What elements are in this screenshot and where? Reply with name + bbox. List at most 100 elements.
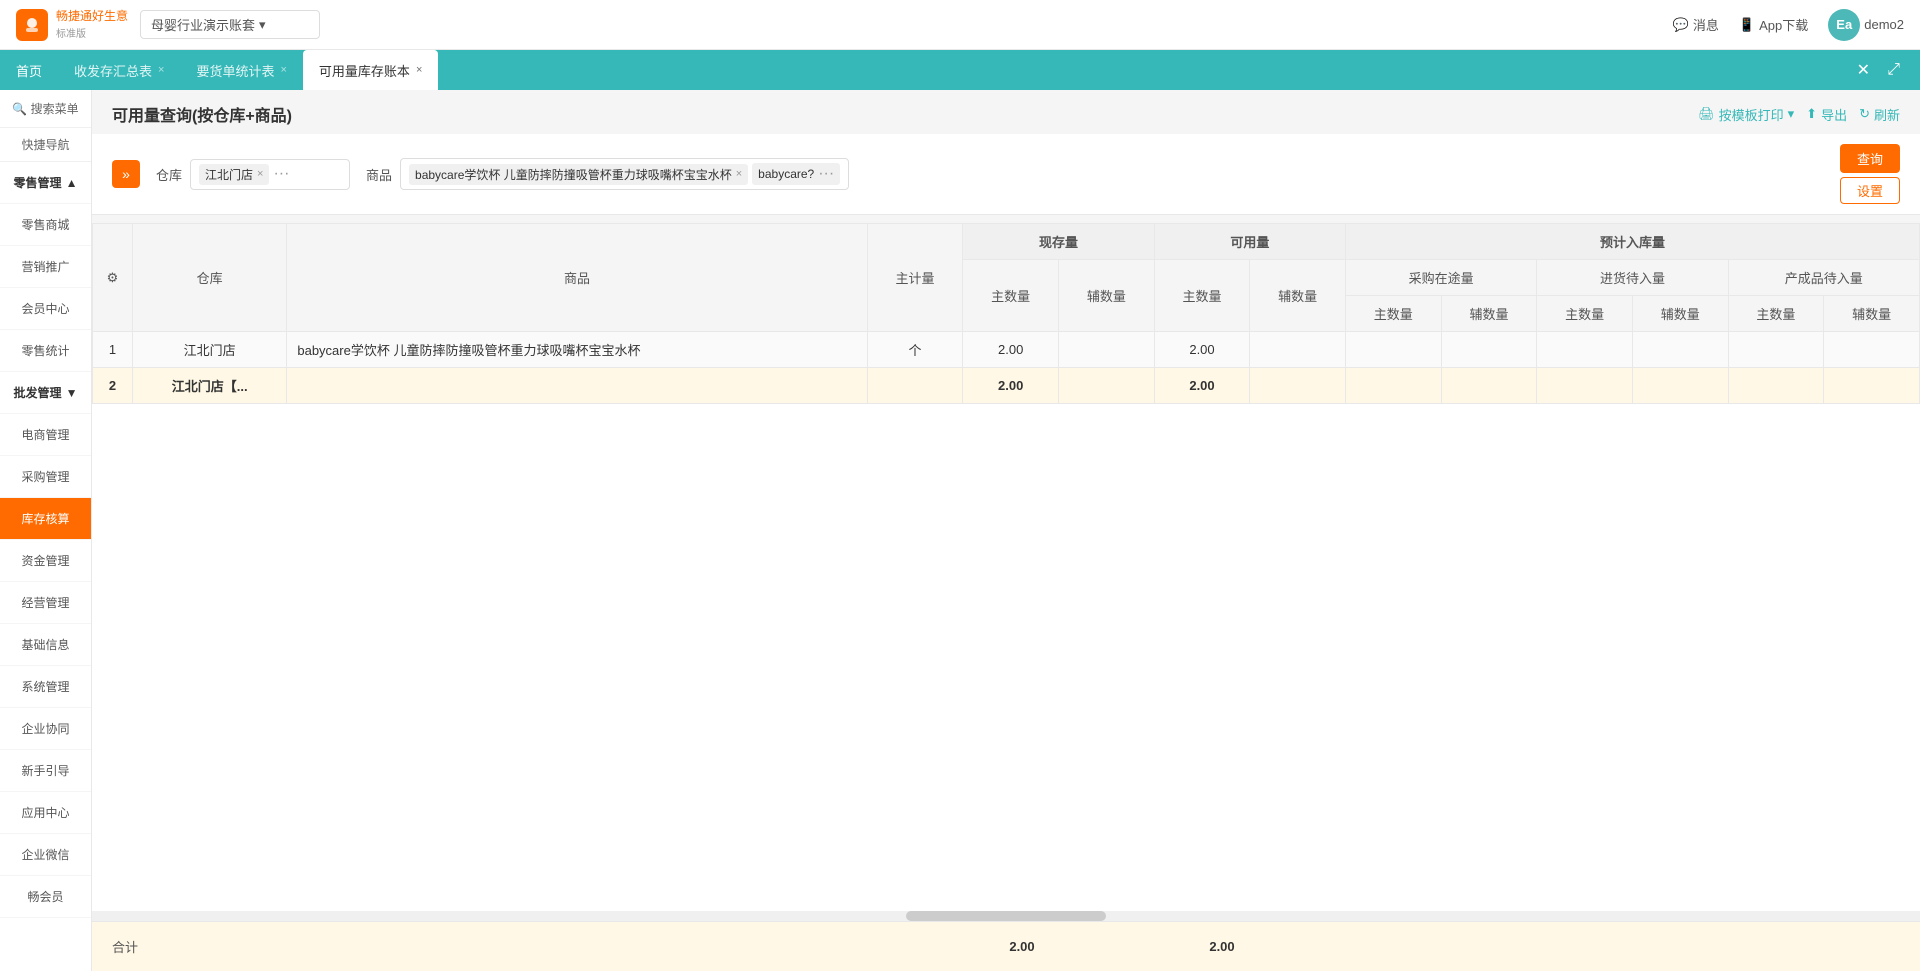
sidebar-search[interactable]: 🔍 搜索菜单	[0, 90, 91, 128]
row2-avail-aux	[1250, 368, 1346, 404]
sidebar-item-business-mgmt[interactable]: 经营管理	[0, 582, 91, 624]
row2-produced-main	[1728, 368, 1824, 404]
sidebar-finance-label: 资金管理	[21, 552, 69, 569]
product-tag-1-close[interactable]: ×	[736, 168, 742, 180]
footer-total-values: 2.00 2.00	[272, 939, 1900, 954]
query-button[interactable]: 查询	[1840, 144, 1900, 173]
sidebar-item-retail-mall[interactable]: 零售商城	[0, 204, 91, 246]
sidebar-item-enterprise-wechat[interactable]: 企业微信	[0, 834, 91, 876]
row1-index: 1	[93, 332, 133, 368]
print-button[interactable]: 🖨 按模板打印 ▾	[1698, 105, 1794, 124]
sidebar-item-retail-stats[interactable]: 零售统计	[0, 330, 91, 372]
settings-button[interactable]: 设置	[1840, 177, 1900, 204]
row1-purchase-aux	[1441, 332, 1537, 368]
row2-product	[287, 368, 867, 404]
export-label: 导出	[1821, 105, 1847, 124]
col-stock-main: 主数量	[963, 260, 1059, 332]
tab-available-stock[interactable]: 可用量库存账本 ×	[303, 50, 438, 90]
col-unit: 主计量	[867, 224, 963, 332]
sidebar-item-system-mgmt[interactable]: 系统管理	[0, 666, 91, 708]
sidebar-item-retail-mgmt[interactable]: 零售管理 ▲	[0, 162, 91, 204]
sidebar: 🔍 搜索菜单 快捷导航 零售管理 ▲ 零售商城 营销推广 会员中心 零售统计 批…	[0, 90, 92, 971]
row1-stock-main: 2.00	[963, 332, 1059, 368]
page-header: 可用量查询(按仓库+商品) 🖨 按模板打印 ▾ ⬆ 导出 ↻ 刷新	[92, 90, 1920, 134]
tab-home[interactable]: 首页	[0, 50, 58, 90]
sidebar-search-label: 搜索菜单	[31, 102, 79, 116]
sidebar-item-wholesale-mgmt[interactable]: 批发管理 ▼	[0, 372, 91, 414]
warehouse-tag-close[interactable]: ×	[257, 168, 263, 180]
sidebar-item-inventory-check[interactable]: 库存核算	[0, 498, 91, 540]
app-download-label: App下载	[1759, 15, 1808, 34]
col-incoming-header: 进货待入量	[1537, 260, 1728, 296]
sidebar-item-member-center[interactable]: 会员中心	[0, 288, 91, 330]
filter-more-icon[interactable]: ···	[273, 165, 289, 183]
tab-collection-label: 收发存汇总表	[74, 61, 152, 80]
filter-toggle-icon: »	[122, 166, 130, 182]
footer-stock-main: 2.00	[972, 939, 1072, 954]
sidebar-item-new-guide[interactable]: 新手引导	[0, 750, 91, 792]
sidebar-wholesale-label: 批发管理	[14, 384, 62, 401]
tab-available-stock-close[interactable]: ×	[416, 64, 422, 76]
logo-subtitle: 标准版	[56, 25, 128, 40]
refresh-label: 刷新	[1874, 105, 1900, 124]
content-area: 可用量查询(按仓库+商品) 🖨 按模板打印 ▾ ⬆ 导出 ↻ 刷新	[92, 90, 1920, 971]
sidebar-purchase-label: 采购管理	[21, 468, 69, 485]
sidebar-quick-nav[interactable]: 快捷导航	[0, 128, 91, 162]
row2-purchase-aux	[1441, 368, 1537, 404]
user-profile[interactable]: Ea demo2	[1828, 9, 1904, 41]
industry-label: 母婴行业演示账套	[151, 15, 255, 34]
row2-warehouse: 江北门店【...	[133, 368, 287, 404]
message-action[interactable]: 💬 消息	[1673, 15, 1719, 34]
sidebar-inventory-label: 库存核算	[21, 510, 69, 527]
industry-selector[interactable]: 母婴行业演示账套 ▾	[140, 10, 320, 39]
col-settings[interactable]: ⚙	[93, 224, 133, 332]
sidebar-item-marketing[interactable]: 营销推广	[0, 246, 91, 288]
tab-collection[interactable]: 收发存汇总表 ×	[58, 50, 180, 90]
app-download-action[interactable]: 📱 App下载	[1739, 15, 1808, 34]
tab-collection-close[interactable]: ×	[158, 64, 164, 76]
row1-avail-aux	[1250, 332, 1346, 368]
row2-purchase-main	[1345, 368, 1441, 404]
row1-unit: 个	[867, 332, 963, 368]
product-tag-1-text: babycare学饮杯 儿童防摔防撞吸管杯重力球吸嘴杯宝宝水杯	[415, 166, 732, 183]
tab-available-stock-label: 可用量库存账本	[319, 61, 410, 80]
product-more-icon[interactable]: ···	[818, 165, 834, 183]
product-tag-input[interactable]: babycare学饮杯 儿童防摔防撞吸管杯重力球吸嘴杯宝宝水杯 × babyca…	[400, 158, 849, 190]
sidebar-retail-mall-label: 零售商城	[21, 216, 69, 233]
app-icon: 📱	[1739, 17, 1755, 33]
sidebar-item-purchase-mgmt[interactable]: 采购管理	[0, 456, 91, 498]
sidebar-item-enterprise-collab[interactable]: 企业协同	[0, 708, 91, 750]
row1-stock-aux	[1059, 332, 1155, 368]
tab-bar-expand-btn[interactable]: ⤢	[1887, 61, 1900, 79]
export-button[interactable]: ⬆ 导出	[1806, 105, 1847, 124]
refresh-button[interactable]: ↻ 刷新	[1859, 105, 1900, 124]
row1-produced-aux	[1824, 332, 1920, 368]
col-incoming-main: 主数量	[1537, 296, 1633, 332]
export-icon: ⬆	[1806, 106, 1817, 122]
horizontal-scrollbar[interactable]	[92, 911, 1920, 921]
sidebar-member-center-label: 会员中心	[21, 300, 69, 317]
row2-produced-aux	[1824, 368, 1920, 404]
warehouse-tag-input[interactable]: 江北门店 × ···	[190, 159, 350, 190]
sidebar-quick-nav-label: 快捷导航	[21, 138, 69, 152]
tab-bar-close-btn[interactable]: ✕	[1857, 60, 1870, 80]
filter-toggle-button[interactable]: »	[112, 160, 140, 188]
row2-incoming-aux	[1632, 368, 1728, 404]
col-stock-aux: 辅数量	[1059, 260, 1155, 332]
page-actions: 🖨 按模板打印 ▾ ⬆ 导出 ↻ 刷新	[1698, 105, 1900, 124]
message-label: 消息	[1693, 15, 1719, 34]
sidebar-item-app-center[interactable]: 应用中心	[0, 792, 91, 834]
col-incoming-aux: 辅数量	[1632, 296, 1728, 332]
sidebar-item-basic-info[interactable]: 基础信息	[0, 624, 91, 666]
table-container[interactable]: ⚙ 仓库 商品 主计量 现存量 可用量 预计入库量 主数量 辅数量 主数量 辅数…	[92, 223, 1920, 971]
footer-avail-main: 2.00	[1172, 939, 1272, 954]
warehouse-filter-group: 仓库 江北门店 × ···	[156, 159, 350, 190]
sidebar-item-ecommerce[interactable]: 电商管理	[0, 414, 91, 456]
scrollbar-thumb[interactable]	[906, 911, 1106, 921]
logo-text-area: 畅捷通好生意 标准版	[56, 9, 128, 40]
tab-order-stats-close[interactable]: ×	[280, 64, 286, 76]
tab-order-stats[interactable]: 要货单统计表 ×	[180, 50, 302, 90]
sidebar-item-vip-member[interactable]: 畅会员	[0, 876, 91, 918]
print-icon: 🖨	[1698, 106, 1715, 122]
sidebar-item-finance-mgmt[interactable]: 资金管理	[0, 540, 91, 582]
